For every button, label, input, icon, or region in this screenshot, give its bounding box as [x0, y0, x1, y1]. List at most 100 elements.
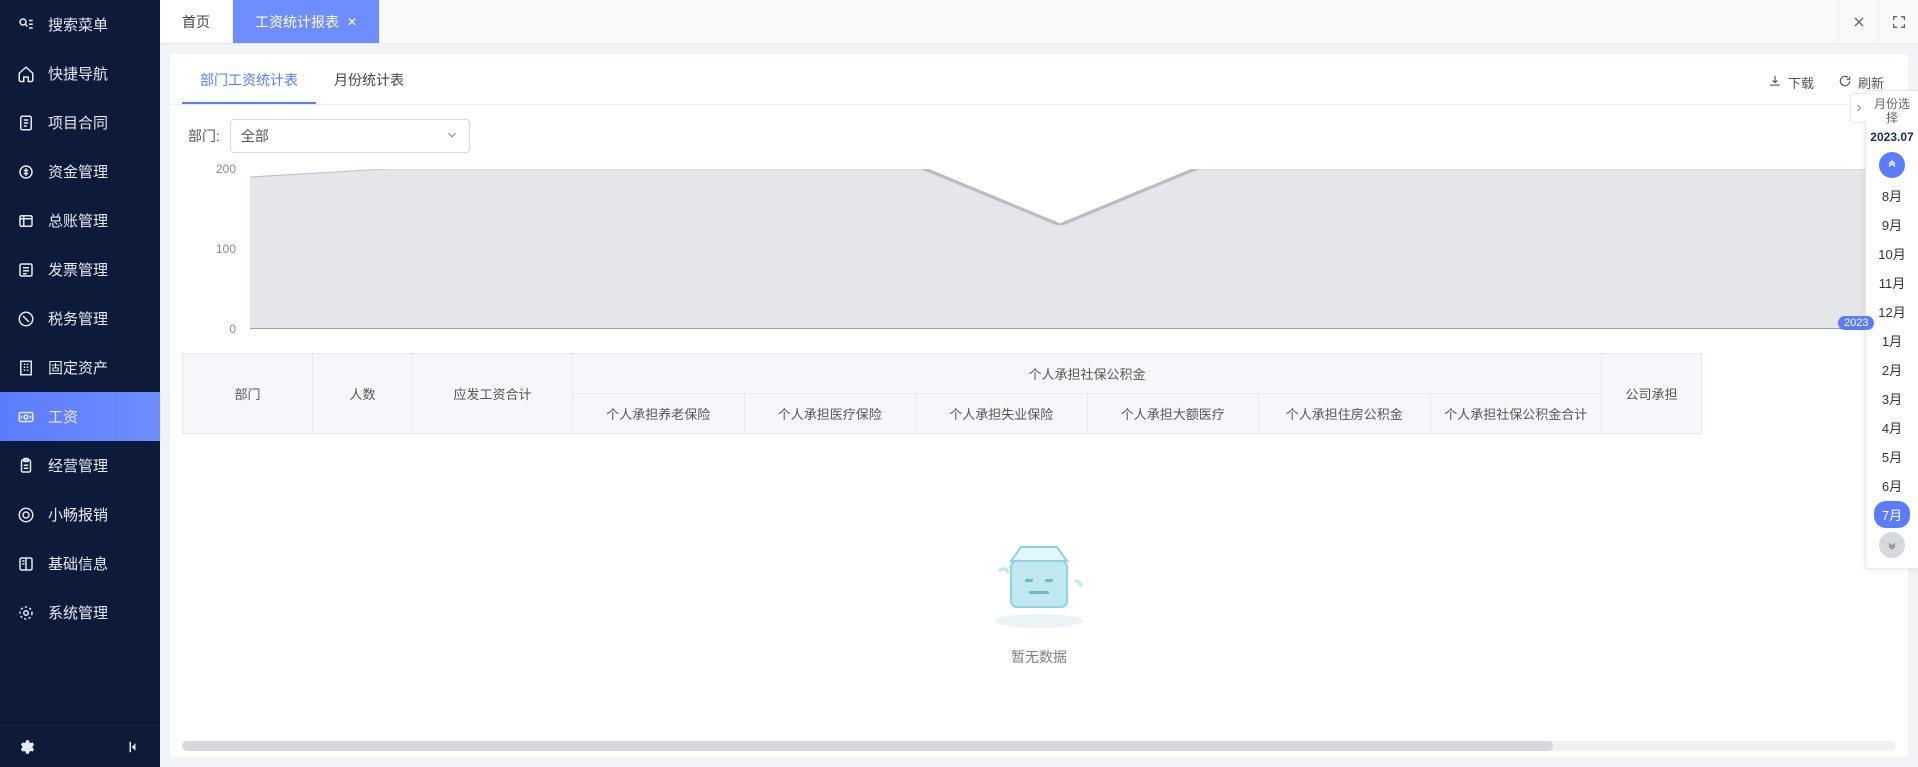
empty-illustration-icon: [979, 521, 1099, 631]
sidebar-item-label: 发票管理: [48, 259, 108, 280]
empty-text: 暂无数据: [1011, 647, 1067, 667]
month-item[interactable]: 9月: [1874, 211, 1910, 238]
month-item[interactable]: 3月: [1874, 385, 1910, 412]
col-gross: 应发工资合计: [413, 354, 573, 434]
sidebar-item-label: 项目合同: [48, 112, 108, 133]
month-item[interactable]: 7月: [1874, 501, 1910, 528]
sidebar-item-2[interactable]: 项目合同: [0, 98, 160, 147]
dept-select-value: 全部: [241, 126, 269, 146]
close-all-tabs-button[interactable]: [1838, 0, 1878, 43]
col-sub-2: 个人承担失业保险: [916, 394, 1088, 434]
search-list-icon: [16, 15, 36, 35]
building-icon: [16, 358, 36, 378]
sidebar: 搜索菜单快捷导航项目合同资金管理总账管理发票管理税务管理固定资产工资经营管理小畅…: [0, 0, 160, 767]
home-icon: [16, 64, 36, 84]
dept-filter-label: 部门:: [188, 126, 220, 146]
sidebar-item-label: 总账管理: [48, 210, 108, 231]
reimburse-icon: [16, 505, 36, 525]
month-item[interactable]: 1月: [1874, 327, 1910, 354]
month-panel-toggle[interactable]: [1850, 93, 1866, 123]
sidebar-item-label: 搜索菜单: [48, 14, 108, 35]
month-panel-current: 2023.07: [1866, 130, 1918, 144]
book-icon: [16, 554, 36, 574]
month-scroll-up[interactable]: [1879, 152, 1905, 178]
month-item[interactable]: 2月: [1874, 356, 1910, 383]
refresh-icon: [1838, 74, 1852, 91]
filter-row: 部门: 全部: [170, 105, 1908, 159]
close-icon[interactable]: ✕: [347, 15, 357, 29]
sidebar-item-0[interactable]: 搜索菜单: [0, 0, 160, 49]
sidebar-item-11[interactable]: 基础信息: [0, 539, 160, 588]
horizontal-scrollbar[interactable]: [182, 741, 1896, 751]
month-item[interactable]: 10月: [1870, 240, 1913, 267]
content-card: 部门工资统计表 月份统计表 下载 刷新 部门:: [170, 54, 1908, 757]
sidebar-item-10[interactable]: 小畅报销: [0, 490, 160, 539]
empty-state: 暂无数据: [182, 434, 1896, 733]
sub-tab-month-stats[interactable]: 月份统计表: [316, 54, 422, 104]
col-sub-1: 个人承担医疗保险: [744, 394, 916, 434]
document-icon: [16, 113, 36, 133]
col-sub-5: 个人承担社保公积金合计: [1430, 394, 1602, 434]
month-item[interactable]: 8月: [1874, 182, 1910, 209]
sub-tab-dept-stats[interactable]: 部门工资统计表: [182, 54, 316, 104]
sidebar-item-label: 税务管理: [48, 308, 108, 329]
sidebar-item-1[interactable]: 快捷导航: [0, 49, 160, 98]
tabs-bar: 首页 工资统计报表 ✕: [160, 0, 1918, 44]
sidebar-item-6[interactable]: 税务管理: [0, 294, 160, 343]
month-item[interactable]: 6月: [1874, 472, 1910, 499]
tab-0[interactable]: 首页: [160, 0, 233, 43]
month-item[interactable]: 11月: [1871, 269, 1914, 296]
scrollbar-thumb[interactable]: [182, 741, 1553, 751]
sidebar-item-label: 固定资产: [48, 357, 108, 378]
sidebar-item-label: 资金管理: [48, 161, 108, 182]
sidebar-item-label: 工资: [48, 406, 78, 427]
card-header: 部门工资统计表 月份统计表 下载 刷新: [170, 54, 1908, 105]
month-panel-title: 月份选择: [1866, 97, 1918, 126]
col-count: 人数: [313, 354, 413, 434]
tab-1[interactable]: 工资统计报表 ✕: [233, 0, 380, 43]
dept-select[interactable]: 全部: [230, 119, 470, 153]
col-dept: 部门: [183, 354, 313, 434]
col-group-personal: 个人承担社保公积金: [573, 354, 1602, 394]
month-item[interactable]: 12月: [1870, 298, 1913, 325]
col-company: 公司承担: [1602, 354, 1702, 434]
sidebar-item-3[interactable]: 资金管理: [0, 147, 160, 196]
y-tick: 100: [216, 242, 236, 256]
invoice-icon: [16, 260, 36, 280]
col-sub-4: 个人承担住房公积金: [1259, 394, 1431, 434]
salary-icon: [16, 407, 36, 427]
col-sub-3: 个人承担大额医疗: [1087, 394, 1259, 434]
tab-label: 工资统计报表: [255, 12, 339, 32]
download-button[interactable]: 下载: [1756, 73, 1826, 104]
download-label: 下载: [1788, 73, 1814, 92]
collapse-sidebar-icon[interactable]: [124, 737, 144, 757]
sidebar-item-12[interactable]: 系统管理: [0, 588, 160, 637]
table-container[interactable]: 部门 人数 应发工资合计 个人承担社保公积金 公司承担 个人承担养老保险个人承担…: [170, 353, 1908, 741]
sidebar-item-label: 经营管理: [48, 455, 108, 476]
y-tick: 0: [229, 322, 236, 336]
tax-icon: [16, 309, 36, 329]
month-scroll-down[interactable]: [1879, 532, 1905, 558]
sidebar-item-8[interactable]: 工资: [0, 392, 160, 441]
month-item[interactable]: 4月: [1874, 414, 1910, 441]
fullscreen-button[interactable]: [1878, 0, 1918, 43]
ledger-icon: [16, 211, 36, 231]
y-tick: 200: [216, 162, 236, 176]
sidebar-item-label: 基础信息: [48, 553, 108, 574]
col-sub-0: 个人承担养老保险: [573, 394, 745, 434]
sidebar-item-label: 系统管理: [48, 602, 108, 623]
chart: 0 100 200: [170, 159, 1908, 353]
chart-plot: [250, 169, 1870, 329]
coin-icon: [16, 162, 36, 182]
sidebar-footer: [0, 726, 160, 767]
sidebar-item-9[interactable]: 经营管理: [0, 441, 160, 490]
sidebar-item-label: 快捷导航: [48, 63, 108, 84]
month-panel: 月份选择 2023.07 8月9月10月11月12月20231月2月3月4月5月…: [1865, 90, 1918, 569]
settings-icon[interactable]: [16, 737, 36, 757]
sidebar-item-7[interactable]: 固定资产: [0, 343, 160, 392]
sidebar-item-label: 小畅报销: [48, 504, 108, 525]
sidebar-item-4[interactable]: 总账管理: [0, 196, 160, 245]
sidebar-item-5[interactable]: 发票管理: [0, 245, 160, 294]
gear-ring-icon: [16, 603, 36, 623]
month-item[interactable]: 5月: [1874, 443, 1910, 470]
